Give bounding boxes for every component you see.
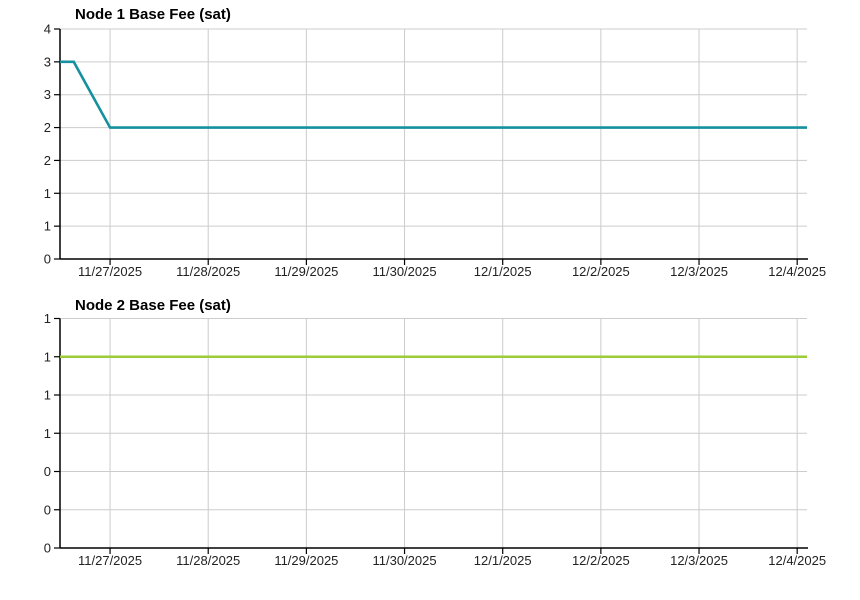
x-tick-label: 12/2/2025 <box>572 553 630 568</box>
x-tick-label: 12/2/2025 <box>572 264 630 279</box>
x-tick-label: 12/1/2025 <box>474 264 532 279</box>
y-tick-label: 1 <box>44 186 51 201</box>
node1-chart-title: Node 1 Base Fee (sat) <box>75 6 231 23</box>
x-tick-label: 12/1/2025 <box>474 553 532 568</box>
x-tick-label: 11/28/2025 <box>176 264 240 279</box>
x-tick-label: 11/27/2025 <box>78 553 142 568</box>
y-tick-label: 0 <box>44 252 51 267</box>
x-tick-label: 11/30/2025 <box>372 264 436 279</box>
node2-chart-title: Node 2 Base Fee (sat) <box>75 297 231 314</box>
x-tick-label: 12/3/2025 <box>670 553 728 568</box>
x-tick-label: 11/28/2025 <box>176 553 240 568</box>
x-tick-label: 11/29/2025 <box>274 264 338 279</box>
y-tick-label: 1 <box>44 426 51 441</box>
x-tick-label: 11/27/2025 <box>78 264 142 279</box>
y-tick-label: 1 <box>44 349 51 364</box>
y-tick-label: 1 <box>44 311 51 326</box>
x-tick-label: 11/29/2025 <box>274 553 338 568</box>
y-tick-label: 3 <box>44 54 51 69</box>
y-tick-label: 0 <box>44 502 51 517</box>
y-tick-label: 1 <box>44 388 51 403</box>
y-tick-label: 0 <box>44 541 51 556</box>
y-tick-label: 1 <box>44 219 51 234</box>
y-tick-label: 2 <box>44 153 51 168</box>
y-tick-label: 4 <box>44 22 51 37</box>
x-tick-label: 12/4/2025 <box>768 264 826 279</box>
y-tick-label: 0 <box>44 464 51 479</box>
y-tick-label: 3 <box>44 87 51 102</box>
x-tick-label: 12/3/2025 <box>670 264 728 279</box>
y-tick-label: 2 <box>44 120 51 135</box>
x-tick-label: 12/4/2025 <box>768 553 826 568</box>
x-tick-label: 11/30/2025 <box>372 553 436 568</box>
